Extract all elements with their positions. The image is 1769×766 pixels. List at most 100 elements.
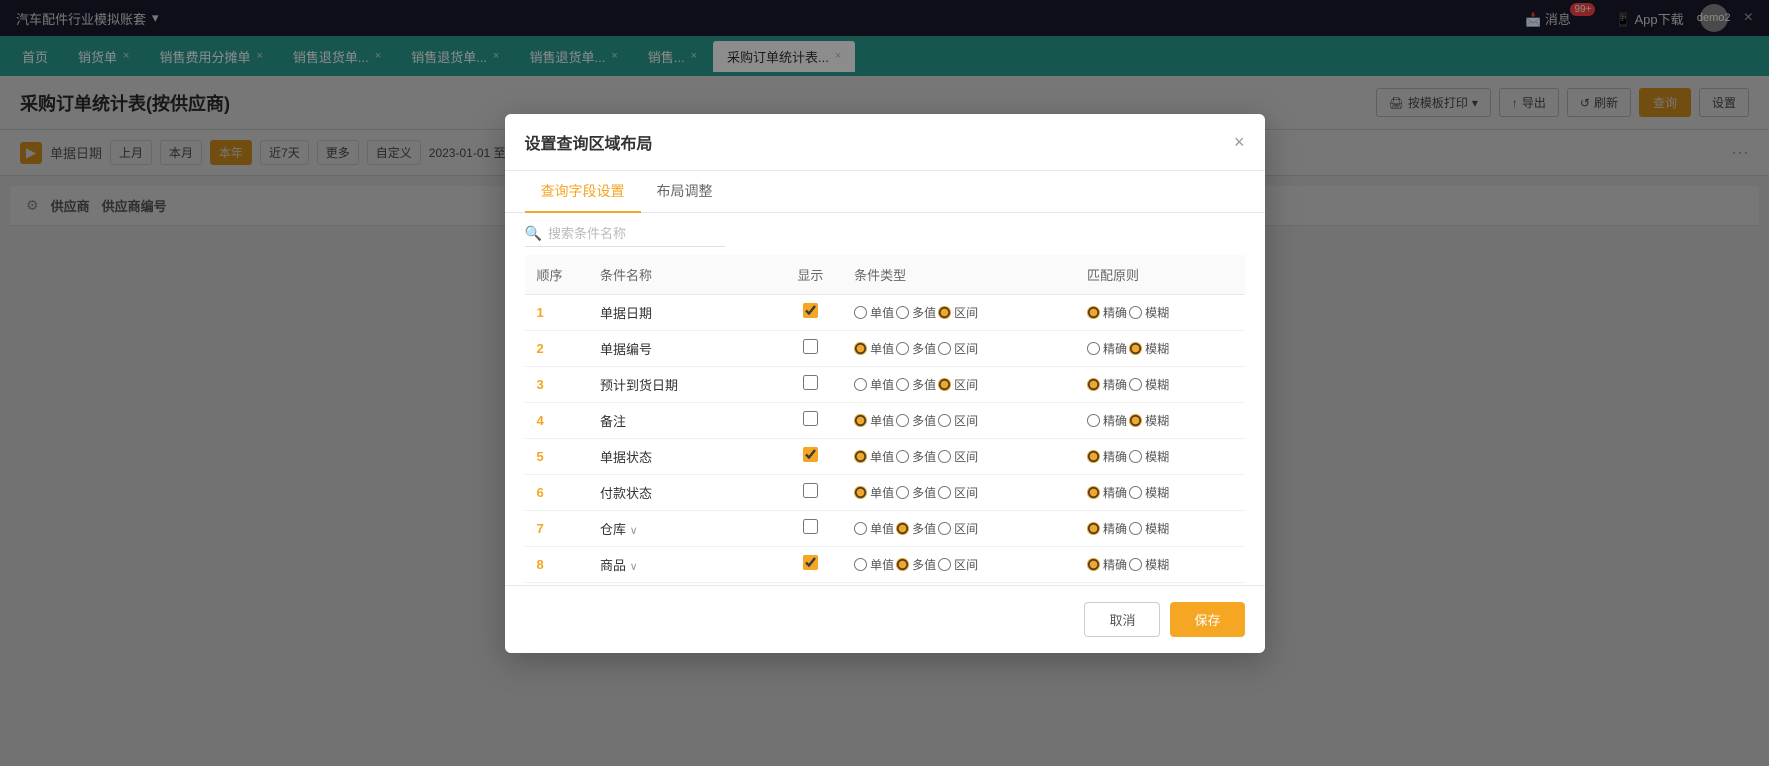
row-3-type-多值[interactable]: 多值 — [896, 376, 936, 393]
row-8-match-模糊[interactable]: 模糊 — [1129, 556, 1169, 573]
radio-match-row-5-模糊[interactable] — [1129, 450, 1142, 463]
row-6-match-模糊[interactable]: 模糊 — [1129, 484, 1169, 501]
radio-row-2-区间[interactable] — [938, 342, 951, 355]
row-6-type[interactable]: 单值多值区间 — [842, 474, 1075, 510]
radio-row-6-区间[interactable] — [938, 486, 951, 499]
radio-row-1-单值[interactable] — [854, 306, 867, 319]
radio-match-row-2-模糊[interactable] — [1129, 342, 1142, 355]
row-2-type-多值[interactable]: 多值 — [896, 340, 936, 357]
row-4-match[interactable]: 精确模糊 — [1075, 402, 1244, 438]
row-6-display[interactable] — [779, 474, 843, 510]
row-8-display[interactable] — [779, 546, 843, 582]
radio-match-row-4-模糊[interactable] — [1129, 414, 1142, 427]
radio-match-row-7-精确[interactable] — [1087, 522, 1100, 535]
row-3-type[interactable]: 单值多值区间 — [842, 366, 1075, 402]
row-7-type-多值[interactable]: 多值 — [896, 520, 936, 537]
radio-match-row-1-精确[interactable] — [1087, 306, 1100, 319]
row-5-type[interactable]: 单值多值区间 — [842, 438, 1075, 474]
modal-tab-layout[interactable]: 布局调整 — [641, 171, 729, 213]
radio-row-2-单值[interactable] — [854, 342, 867, 355]
row-1-type[interactable]: 单值多值区间 — [842, 294, 1075, 330]
row-2-match-精确[interactable]: 精确 — [1087, 340, 1127, 357]
row-7-match-模糊[interactable]: 模糊 — [1129, 520, 1169, 537]
checkbox-row-1[interactable] — [803, 303, 818, 318]
radio-row-4-多值[interactable] — [896, 414, 909, 427]
radio-row-5-单值[interactable] — [854, 450, 867, 463]
row-1-type-多值[interactable]: 多值 — [896, 304, 936, 321]
row-4-match-模糊[interactable]: 模糊 — [1129, 412, 1169, 429]
radio-row-7-单值[interactable] — [854, 522, 867, 535]
radio-row-4-区间[interactable] — [938, 414, 951, 427]
row-7-type[interactable]: 单值多值区间 — [842, 510, 1075, 546]
radio-row-3-多值[interactable] — [896, 378, 909, 391]
row-7-match-精确[interactable]: 精确 — [1087, 520, 1127, 537]
cancel-btn[interactable]: 取消 — [1084, 602, 1160, 637]
row-6-type-多值[interactable]: 多值 — [896, 484, 936, 501]
radio-row-5-区间[interactable] — [938, 450, 951, 463]
row-4-match-精确[interactable]: 精确 — [1087, 412, 1127, 429]
row-4-type-区间[interactable]: 区间 — [938, 412, 978, 429]
checkbox-row-7[interactable] — [803, 519, 818, 534]
row-5-match-精确[interactable]: 精确 — [1087, 448, 1127, 465]
checkbox-row-2[interactable] — [803, 339, 818, 354]
checkbox-row-3[interactable] — [803, 375, 818, 390]
row-4-type-多值[interactable]: 多值 — [896, 412, 936, 429]
checkbox-row-4[interactable] — [803, 411, 818, 426]
row-2-match[interactable]: 精确模糊 — [1075, 330, 1244, 366]
row-4-type-单值[interactable]: 单值 — [854, 412, 894, 429]
row-8-type-区间[interactable]: 区间 — [938, 556, 978, 573]
modal-tab-query-fields[interactable]: 查询字段设置 — [525, 171, 641, 213]
row-5-type-区间[interactable]: 区间 — [938, 448, 978, 465]
row-5-match[interactable]: 精确模糊 — [1075, 438, 1244, 474]
radio-row-8-单值[interactable] — [854, 558, 867, 571]
row-7-type-单值[interactable]: 单值 — [854, 520, 894, 537]
radio-match-row-6-精确[interactable] — [1087, 486, 1100, 499]
row-6-match-精确[interactable]: 精确 — [1087, 484, 1127, 501]
row-4-type[interactable]: 单值多值区间 — [842, 402, 1075, 438]
row-2-type[interactable]: 单值多值区间 — [842, 330, 1075, 366]
row-1-display[interactable] — [779, 294, 843, 330]
radio-row-1-区间[interactable] — [938, 306, 951, 319]
checkbox-row-6[interactable] — [803, 483, 818, 498]
row-3-match-模糊[interactable]: 模糊 — [1129, 376, 1169, 393]
row-6-type-区间[interactable]: 区间 — [938, 484, 978, 501]
row-7-type-区间[interactable]: 区间 — [938, 520, 978, 537]
radio-row-5-多值[interactable] — [896, 450, 909, 463]
row-2-display[interactable] — [779, 330, 843, 366]
radio-row-6-单值[interactable] — [854, 486, 867, 499]
row-3-type-单值[interactable]: 单值 — [854, 376, 894, 393]
row-1-match-模糊[interactable]: 模糊 — [1129, 304, 1169, 321]
radio-match-row-2-精确[interactable] — [1087, 342, 1100, 355]
radio-row-7-区间[interactable] — [938, 522, 951, 535]
search-input[interactable] — [548, 226, 725, 241]
row-3-match-精确[interactable]: 精确 — [1087, 376, 1127, 393]
radio-row-2-多值[interactable] — [896, 342, 909, 355]
save-btn[interactable]: 保存 — [1170, 602, 1244, 637]
row-6-type-单值[interactable]: 单值 — [854, 484, 894, 501]
radio-row-4-单值[interactable] — [854, 414, 867, 427]
radio-row-3-单值[interactable] — [854, 378, 867, 391]
row-2-type-区间[interactable]: 区间 — [938, 340, 978, 357]
modal-close-btn[interactable]: × — [1234, 133, 1245, 151]
row-2-match-模糊[interactable]: 模糊 — [1129, 340, 1169, 357]
radio-row-8-区间[interactable] — [938, 558, 951, 571]
radio-row-1-多值[interactable] — [896, 306, 909, 319]
row-8-type-单值[interactable]: 单值 — [854, 556, 894, 573]
row-8-match-精确[interactable]: 精确 — [1087, 556, 1127, 573]
row-1-type-区间[interactable]: 区间 — [938, 304, 978, 321]
row-5-display[interactable] — [779, 438, 843, 474]
radio-match-row-3-模糊[interactable] — [1129, 378, 1142, 391]
radio-match-row-7-模糊[interactable] — [1129, 522, 1142, 535]
radio-match-row-3-精确[interactable] — [1087, 378, 1100, 391]
radio-row-6-多值[interactable] — [896, 486, 909, 499]
radio-match-row-5-精确[interactable] — [1087, 450, 1100, 463]
row-3-type-区间[interactable]: 区间 — [938, 376, 978, 393]
row-8-match[interactable]: 精确模糊 — [1075, 546, 1244, 582]
radio-match-row-4-精确[interactable] — [1087, 414, 1100, 427]
row-7-match[interactable]: 精确模糊 — [1075, 510, 1244, 546]
radio-match-row-8-精确[interactable] — [1087, 558, 1100, 571]
row-2-type-单值[interactable]: 单值 — [854, 340, 894, 357]
row-1-match-精确[interactable]: 精确 — [1087, 304, 1127, 321]
row-3-match[interactable]: 精确模糊 — [1075, 366, 1244, 402]
radio-row-7-多值[interactable] — [896, 522, 909, 535]
